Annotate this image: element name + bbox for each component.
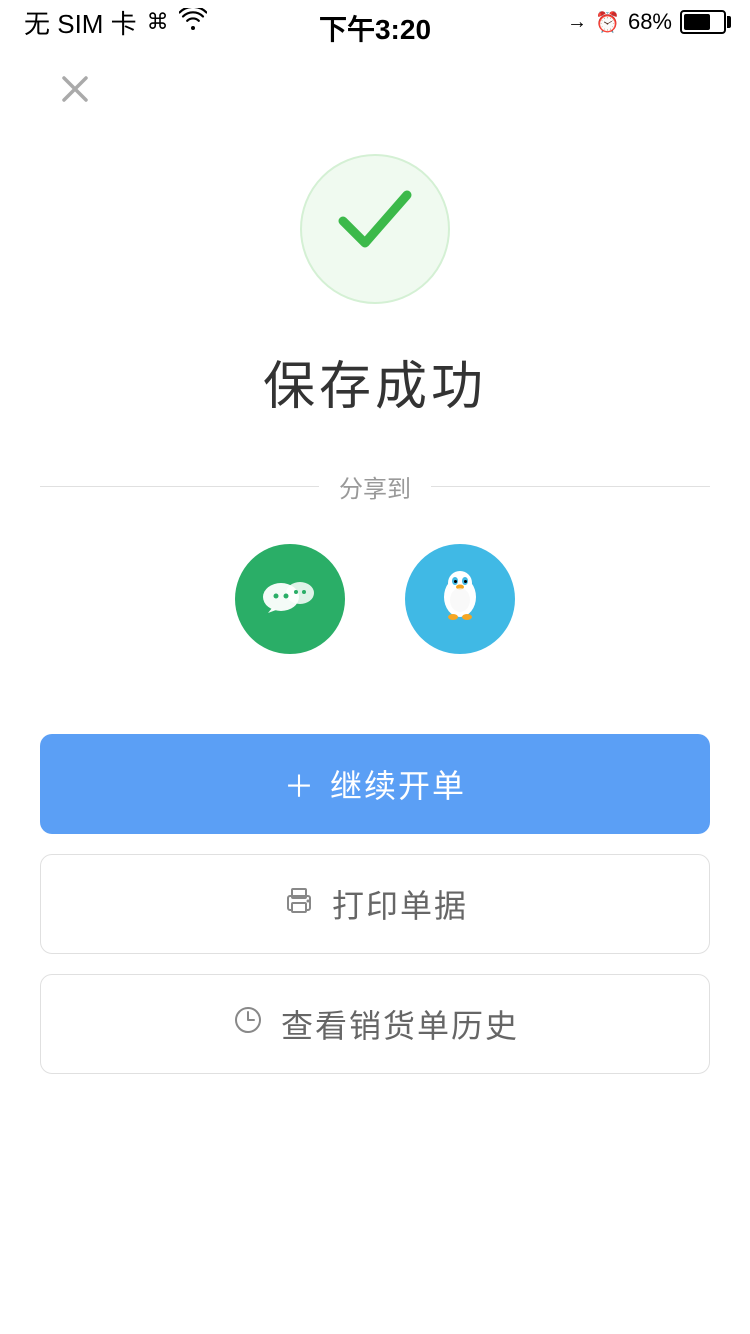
battery-fill (684, 14, 710, 30)
print-button[interactable]: 打印单据 (40, 854, 710, 954)
no-sim-label: 无 SIM 卡 (24, 4, 137, 41)
printer-icon (282, 883, 316, 925)
success-circle (300, 154, 450, 304)
battery-icon (680, 10, 726, 34)
wifi-symbol (179, 8, 207, 36)
checkmark-icon (335, 185, 415, 268)
share-label: 分享到 (339, 469, 411, 504)
wifi-icon: ⌘ (147, 9, 169, 35)
action-buttons: ＋ 继续开单 打印单据 查看销货单历史 (40, 734, 710, 1074)
divider-right (431, 486, 710, 487)
location-icon: → (567, 11, 587, 34)
status-right: → ⏰ 68% (567, 9, 726, 35)
status-bar: 无 SIM 卡 ⌘ 下午3:20 → ⏰ 68% (0, 0, 750, 44)
share-divider: 分享到 (40, 469, 710, 504)
battery-label: 68% (628, 9, 672, 35)
print-label: 打印单据 (332, 881, 468, 927)
status-time: 下午3:20 (319, 8, 431, 48)
plus-icon: ＋ (284, 762, 314, 806)
history-icon (231, 1003, 265, 1045)
main-content: 保存成功 分享到 (0, 44, 750, 1334)
status-left: 无 SIM 卡 ⌘ (24, 4, 207, 41)
history-label: 查看销货单历史 (281, 1001, 519, 1047)
wechat-button[interactable] (235, 544, 345, 654)
continue-order-label: 继续开单 (330, 761, 466, 807)
close-button[interactable] (50, 64, 100, 114)
continue-order-button[interactable]: ＋ 继续开单 (40, 734, 710, 834)
qq-button[interactable] (405, 544, 515, 654)
divider-left (40, 486, 319, 487)
success-title: 保存成功 (263, 344, 487, 419)
share-buttons (40, 544, 710, 654)
history-button[interactable]: 查看销货单历史 (40, 974, 710, 1074)
alarm-icon: ⏰ (595, 10, 620, 35)
share-section: 分享到 (40, 469, 710, 654)
